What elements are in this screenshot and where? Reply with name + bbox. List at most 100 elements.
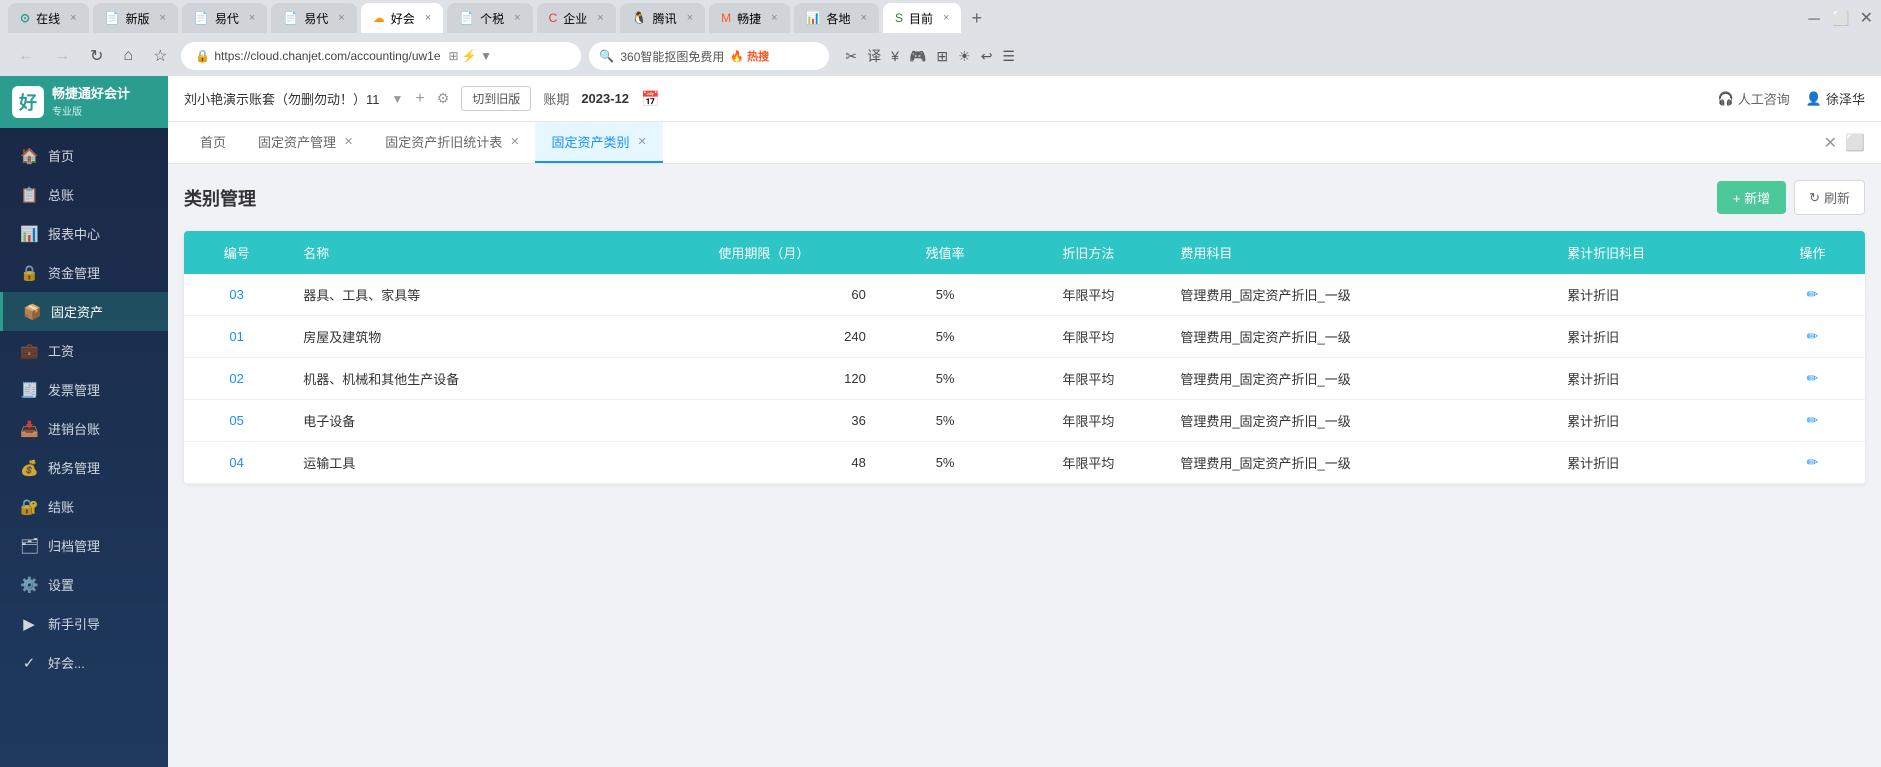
cell-action[interactable]: ✏ [1760,274,1865,316]
consultation-button[interactable]: 🎧 人工咨询 [1718,89,1790,108]
tab-close-6[interactable]: × [597,12,603,24]
table-row: 04 运输工具 48 5% 年限平均 管理费用_固定资产折旧_一级 累计折旧 ✏ [184,442,1865,484]
sidebar-item-tax[interactable]: 💰 税务管理 [0,448,168,487]
cell-accum: 累计折旧 [1553,358,1760,400]
tab-close-assets-mgmt[interactable]: ✕ [344,135,353,148]
tab-close-9[interactable]: × [861,12,867,24]
url-text: https://cloud.chanjet.com/accounting/uw1… [214,49,440,63]
sidebar-item-extra[interactable]: ✓ 好会... [0,643,168,682]
browser-tab-2[interactable]: 📄 易代 × [182,3,267,33]
add-button[interactable]: + 新增 [1717,181,1786,214]
sidebar-item-archive[interactable]: 🗂 归档管理 [0,526,168,565]
tab-close-3[interactable]: × [338,12,344,24]
page-title: 类别管理 [184,185,256,211]
window-close[interactable]: ✕ [1860,8,1873,28]
tab-expand-icon[interactable]: ⬜ [1845,133,1865,153]
tab-close-0[interactable]: × [70,12,76,24]
cell-period: 120 [648,358,880,400]
edit-button[interactable]: ✏ [1806,286,1818,302]
archive-icon: 🗂 [20,537,38,555]
cell-action[interactable]: ✏ [1760,358,1865,400]
cell-action[interactable]: ✏ [1760,442,1865,484]
browser-tab-9[interactable]: 📊 各地 × [794,3,879,33]
tab-depreciation-report[interactable]: 固定资产折旧统计表 ✕ [369,122,535,163]
tab-asset-category[interactable]: 固定资产类别 ✕ [535,122,662,163]
tab-close-depreciation[interactable]: ✕ [510,135,519,148]
sidebar-item-fixed-assets[interactable]: 📦 固定资产 [0,292,168,331]
close-accounts-icon: 🔐 [20,498,38,516]
cell-expense: 管理费用_固定资产折旧_一级 [1166,316,1553,358]
sidebar-item-close-accounts[interactable]: 🔐 结账 [0,487,168,526]
tab-close-icon[interactable]: ✕ [1824,133,1837,153]
home-button[interactable]: ⌂ [117,45,139,67]
sidebar-item-invoice[interactable]: 🧾 发票管理 [0,370,168,409]
invoice-icon: 🧾 [20,381,38,399]
headset-icon: 🎧 [1718,91,1734,107]
sidebar-item-payroll[interactable]: 💼 工资 [0,331,168,370]
add-company-icon[interactable]: + [415,90,424,108]
table-row: 02 机器、机械和其他生产设备 120 5% 年限平均 管理费用_固定资产折旧_… [184,358,1865,400]
tab-close-5[interactable]: × [514,12,520,24]
cell-period: 48 [648,442,880,484]
browser-tab-6[interactable]: C 企业 × [537,3,616,33]
browser-tab-0[interactable]: ⊙ 在线 × [8,3,89,33]
search-bar[interactable]: 🔍 360智能抠图免费用 🔥 热搜 [589,42,829,70]
refresh-button[interactable]: ↻ 刷新 [1794,180,1865,215]
scissors-icon[interactable]: ✂ [845,48,857,65]
calendar-icon[interactable]: 📅 [641,90,660,108]
new-tab-button[interactable]: + [965,8,988,29]
sidebar-item-funds[interactable]: 🔒 资金管理 [0,253,168,292]
dropdown-icon[interactable]: ▼ [392,92,404,106]
currency-icon[interactable]: ¥ [891,48,899,64]
browser-tab-7[interactable]: 🐧 腾讯 × [620,3,705,33]
cell-action[interactable]: ✏ [1760,316,1865,358]
sidebar-item-reports[interactable]: 📊 报表中心 [0,214,168,253]
sidebar-item-settings[interactable]: ⚙️ 设置 [0,565,168,604]
back-button[interactable]: ← [12,45,40,67]
browser-tab-5[interactable]: 📄 个税 × [447,3,532,33]
browser-tab-10[interactable]: S 目前 × [883,3,961,33]
home-icon: 🏠 [20,147,38,165]
sidebar-item-guide[interactable]: ▶ 新手引导 [0,604,168,643]
fixed-assets-icon: 📦 [23,303,41,321]
grid-icon[interactable]: ⊞ [936,48,948,65]
brightness-icon[interactable]: ☀ [958,48,971,65]
tab-close-2[interactable]: × [249,12,255,24]
sidebar-item-home[interactable]: 🏠 首页 [0,136,168,175]
tab-home[interactable]: 首页 [184,122,242,163]
edit-button[interactable]: ✏ [1806,454,1818,470]
tab-fixed-assets-mgmt[interactable]: 固定资产管理 ✕ [242,122,369,163]
reload-button[interactable]: ↻ [84,44,109,68]
sidebar-item-inventory[interactable]: 📥 进销台账 [0,409,168,448]
tab-close-1[interactable]: × [159,12,165,24]
sidebar-item-ledger[interactable]: 📋 总账 [0,175,168,214]
cell-method: 年限平均 [1010,442,1166,484]
window-minimize[interactable]: － [1806,6,1822,30]
history-icon[interactable]: ↩ [981,48,993,65]
cell-code: 03 [184,274,289,316]
window-restore[interactable]: ⬜ [1832,10,1849,27]
menu-icon[interactable]: ☰ [1002,48,1015,65]
forward-button[interactable]: → [48,45,76,67]
switch-version-button[interactable]: 切到旧版 [461,86,531,111]
browser-tab-8[interactable]: M 畅捷 × [709,3,789,33]
translate-icon[interactable]: 译 [867,46,881,66]
tab-close-category[interactable]: ✕ [638,135,647,148]
address-bar[interactable]: 🔒 https://cloud.chanjet.com/accounting/u… [181,42,581,70]
cell-period: 36 [648,400,880,442]
tab-close-4[interactable]: × [425,12,431,24]
edit-button[interactable]: ✏ [1806,328,1818,344]
bookmark-button[interactable]: ☆ [147,44,173,68]
tab-close-7[interactable]: × [687,12,693,24]
edit-button[interactable]: ✏ [1806,412,1818,428]
tab-close-8[interactable]: × [771,12,777,24]
browser-tab-1[interactable]: 📄 新版 × [93,3,178,33]
game-icon[interactable]: 🎮 [909,48,926,65]
user-info[interactable]: 👤 徐泽华 [1806,89,1865,108]
edit-button[interactable]: ✏ [1806,370,1818,386]
cell-action[interactable]: ✏ [1760,400,1865,442]
settings-icon[interactable]: ⚙ [437,90,450,107]
browser-tab-3[interactable]: 📄 易代 × [271,3,356,33]
tab-close-10[interactable]: × [943,12,949,24]
browser-tab-4[interactable]: ☁ 好会 × [361,3,443,33]
